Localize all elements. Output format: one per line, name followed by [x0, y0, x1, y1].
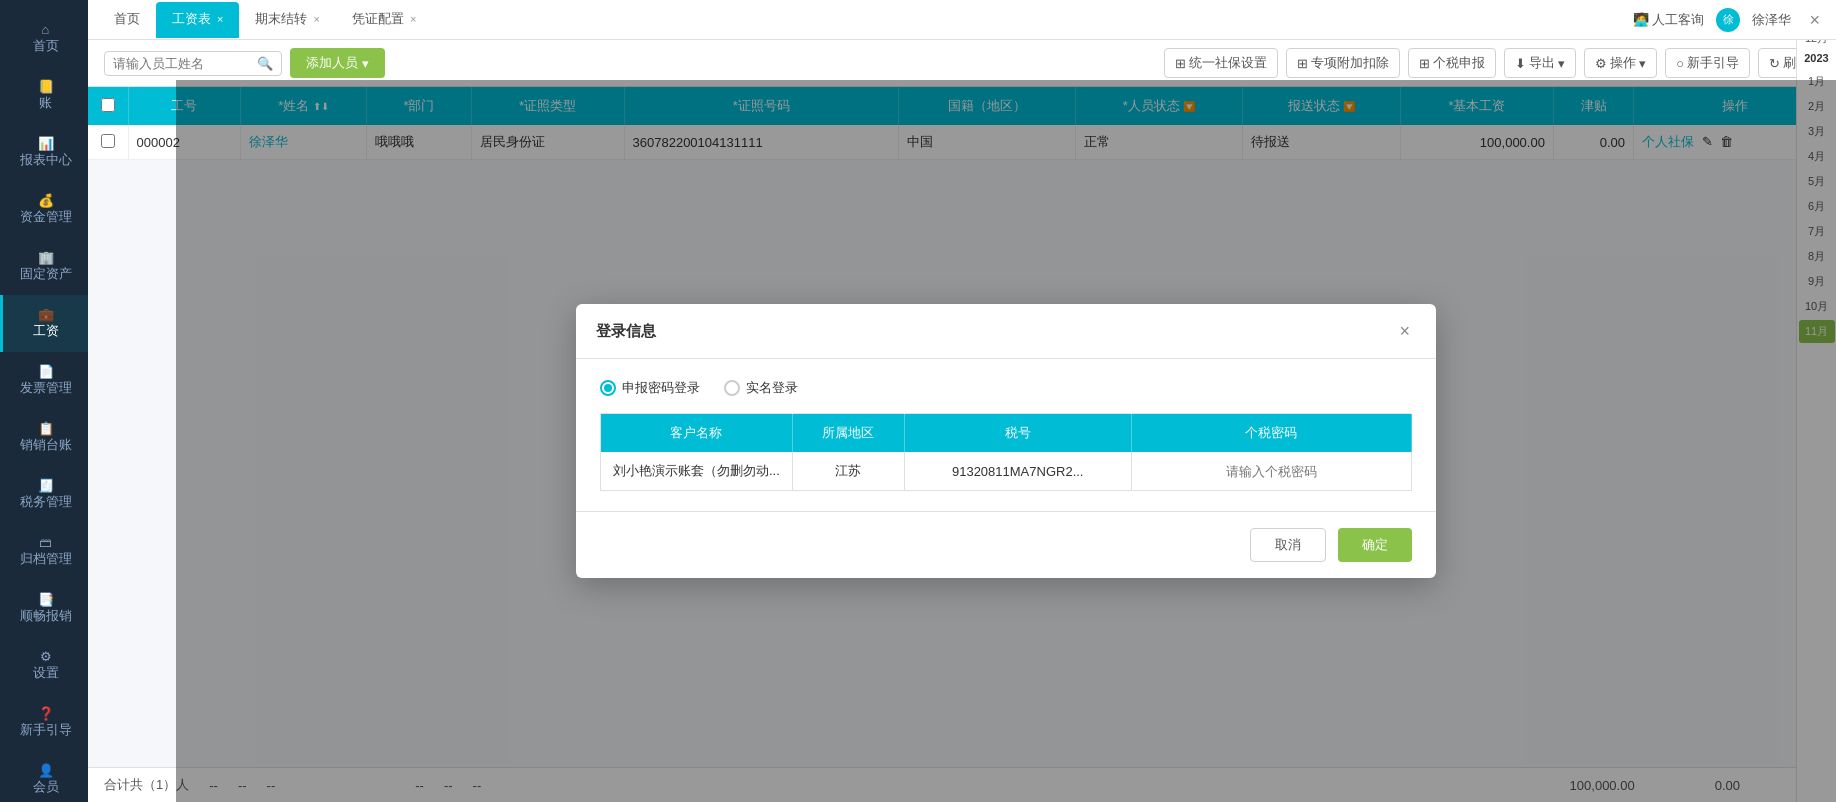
fund-icon: 💰 [7, 193, 84, 208]
topbar-close-btn[interactable]: × [1803, 9, 1826, 31]
tab-period-carry-close[interactable]: × [313, 13, 319, 25]
archive-icon: 🗃 [7, 535, 84, 550]
tax-icon: 🧾 [7, 478, 84, 493]
sidebar-item-salary[interactable]: 💼 工资 [0, 295, 88, 352]
tab-voucher-config[interactable]: 凭证配置 × [336, 2, 432, 38]
sidebar-item-new-guide[interactable]: ❓ 新手引导 [0, 694, 88, 751]
topbar-right: 🧑‍💻 人工客询 徐 徐泽华 × [1633, 8, 1826, 32]
sidebar-item-fund-management[interactable]: 💰 资金管理 [0, 181, 88, 238]
guide-icon: ❓ [7, 706, 84, 721]
social-settings-button[interactable]: ⊞ 统一社保设置 [1164, 48, 1278, 78]
sidebar-item-member[interactable]: 👤 会员 [0, 751, 88, 802]
operations-icon: ⚙ [1595, 56, 1607, 71]
main-content: 🔍 添加人员 ▾ ⊞ 统一社保设置 ⊞ 专项附加扣除 ⊞ 个税申报 ⬇ 导出 ▾… [88, 40, 1836, 802]
smooth-icon: 📑 [7, 592, 84, 607]
special-deduction-button[interactable]: ⊞ 专项附加扣除 [1286, 48, 1400, 78]
export-icon: ⬇ [1515, 56, 1526, 71]
operations-arrow-icon: ▾ [1639, 56, 1646, 71]
row-checkbox[interactable] [101, 134, 115, 148]
modal-body: 申报密码登录 实名登录 客户名称 所属地区 税号 个税密码 [576, 359, 1436, 511]
sidebar-item-smooth-sales[interactable]: 📑 顺畅报销 [0, 580, 88, 637]
search-input[interactable] [113, 56, 253, 71]
tab-home[interactable]: 首页 [98, 2, 156, 38]
add-dropdown-icon: ▾ [362, 56, 369, 71]
radio-password-login[interactable]: 申报密码登录 [600, 379, 700, 397]
select-all-checkbox[interactable] [101, 98, 115, 112]
tab-period-carry[interactable]: 期末结转 × [239, 2, 335, 38]
user-name: 徐泽华 [1752, 11, 1791, 29]
modal-table-row: 刘小艳演示账套（勿删勿动... 江苏 91320811MA7NGR2... [601, 452, 1412, 491]
sidebar-item-invoice-management[interactable]: 📄 发票管理 [0, 352, 88, 409]
radio-password-circle [600, 380, 616, 396]
accounting-icon: 📒 [7, 79, 84, 94]
modal-cell-customer-name: 刘小艳演示账套（勿删勿动... [601, 452, 793, 491]
radio-realname-login[interactable]: 实名登录 [724, 379, 798, 397]
new-guide-icon: ○ [1676, 56, 1684, 71]
login-type-group: 申报密码登录 实名登录 [600, 379, 1412, 397]
modal-col-tax-no: 税号 [904, 414, 1131, 453]
cancel-button[interactable]: 取消 [1250, 528, 1326, 562]
tax-report-button[interactable]: ⊞ 个税申报 [1408, 48, 1496, 78]
export-button[interactable]: ⬇ 导出 ▾ [1504, 48, 1576, 78]
new-guide-button[interactable]: ○ 新手引导 [1665, 48, 1750, 78]
tab-salary[interactable]: 工资表 × [156, 2, 239, 38]
modal-header: 登录信息 × [576, 304, 1436, 359]
export-arrow-icon: ▾ [1558, 56, 1565, 71]
sidebar-item-archive-management[interactable]: 🗃 归档管理 [0, 523, 88, 580]
sidebar-item-tax-management[interactable]: 🧾 税务管理 [0, 466, 88, 523]
modal-overlay: 登录信息 × 申报密码登录 实名登录 [176, 80, 1836, 802]
sales-icon: 📋 [7, 421, 84, 436]
individual-tax-password-input[interactable] [1144, 464, 1399, 479]
social-icon: ⊞ [1175, 56, 1186, 71]
search-box: 🔍 [104, 51, 282, 76]
ai-consult[interactable]: 🧑‍💻 人工客询 [1633, 11, 1705, 29]
sidebar-item-report-center[interactable]: 📊 报表中心 [0, 124, 88, 181]
modal-footer: 取消 确定 [576, 511, 1436, 578]
tab-voucher-config-close[interactable]: × [410, 13, 416, 25]
modal-col-password: 个税密码 [1131, 414, 1411, 453]
modal-cell-password [1131, 452, 1411, 491]
modal-title: 登录信息 [596, 322, 656, 341]
search-icon[interactable]: 🔍 [257, 56, 273, 71]
modal-col-region: 所属地区 [792, 414, 904, 453]
sidebar-item-home[interactable]: ⌂ 首页 [0, 10, 88, 67]
add-personnel-button[interactable]: 添加人员 ▾ [290, 48, 385, 78]
ai-icon: 🧑‍💻 [1633, 12, 1649, 27]
invoice-icon: 📄 [7, 364, 84, 379]
home-icon: ⌂ [7, 22, 84, 37]
refresh-icon: ↻ [1769, 56, 1780, 71]
operations-button[interactable]: ⚙ 操作 ▾ [1584, 48, 1657, 78]
sidebar: ⌂ 首页 📒 账 📊 报表中心 💰 资金管理 🏢 固定资产 💼 工资 📄 发票管… [0, 0, 88, 802]
assets-icon: 🏢 [7, 250, 84, 265]
deduction-icon: ⊞ [1297, 56, 1308, 71]
modal-cell-region: 江苏 [792, 452, 904, 491]
tab-salary-close[interactable]: × [217, 13, 223, 25]
user-avatar: 徐 [1716, 8, 1740, 32]
member-icon: 👤 [7, 763, 84, 778]
tax-report-icon: ⊞ [1419, 56, 1430, 71]
radio-realname-circle [724, 380, 740, 396]
topbar: 首页 工资表 × 期末结转 × 凭证配置 × 🧑‍💻 人工客询 徐 徐泽华 × [88, 0, 1836, 40]
row-checkbox-cell [88, 125, 128, 160]
sidebar-item-sales-ledger[interactable]: 📋 销销台账 [0, 409, 88, 466]
confirm-button[interactable]: 确定 [1338, 528, 1412, 562]
modal-close-button[interactable]: × [1393, 320, 1416, 342]
sidebar-item-fixed-assets[interactable]: 🏢 固定资产 [0, 238, 88, 295]
modal-table-header-row: 客户名称 所属地区 税号 个税密码 [601, 414, 1412, 453]
cal-year-2023: 2023 [1804, 52, 1828, 64]
modal-cell-tax-no: 91320811MA7NGR2... [904, 452, 1131, 491]
col-checkbox [88, 87, 128, 125]
sidebar-item-accounting[interactable]: 📒 账 [0, 67, 88, 124]
salary-icon: 💼 [7, 307, 84, 322]
modal-col-customer-name: 客户名称 [601, 414, 793, 453]
settings-icon: ⚙ [7, 649, 84, 664]
modal-data-table: 客户名称 所属地区 税号 个税密码 刘小艳演示账套（勿删勿动... 江苏 913… [600, 413, 1412, 491]
report-icon: 📊 [7, 136, 84, 151]
login-modal: 登录信息 × 申报密码登录 实名登录 [576, 304, 1436, 578]
sidebar-item-settings[interactable]: ⚙ 设置 [0, 637, 88, 694]
